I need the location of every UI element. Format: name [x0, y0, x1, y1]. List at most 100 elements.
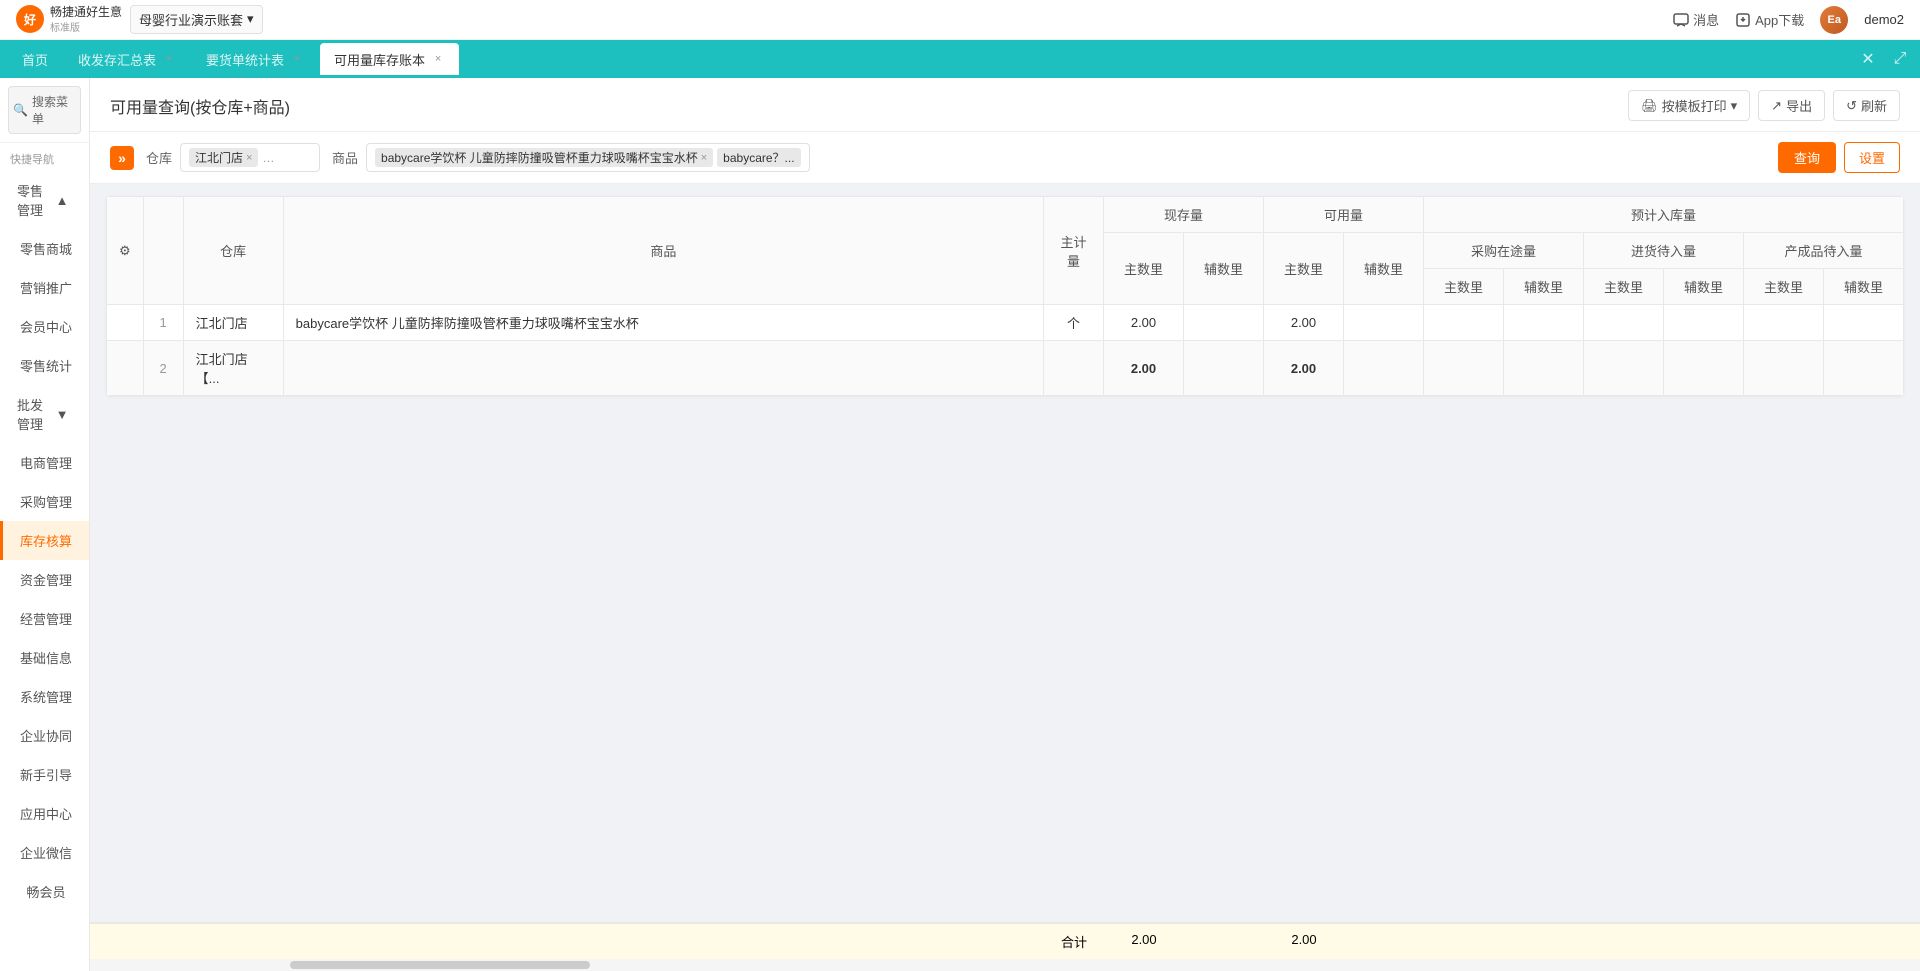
company-selector[interactable]: 母婴行业演示账套 ▾ — [130, 5, 263, 34]
sidebar-item-system[interactable]: 系统管理 — [0, 677, 89, 716]
sidebar: 🔍 搜索菜单 快捷导航 零售管理 ▲ 零售商城 营销推广 会员中心 零售统计 批… — [0, 78, 90, 971]
message-icon — [1673, 12, 1689, 28]
filter-bar: » 仓库 江北门店 × … 商品 babycare学饮杯 儿童防摔防撞吸管杯重力… — [90, 132, 1920, 184]
message-btn[interactable]: 消息 — [1673, 10, 1719, 29]
product-tag-1: babycare学饮杯 儿童防摔防撞吸管杯重力球吸嘴杯宝宝水杯 × — [375, 148, 713, 167]
row2-production-main — [1744, 341, 1824, 396]
sidebar-item-newbie[interactable]: 新手引导 — [0, 755, 89, 794]
logo-sub: 标准版 — [50, 19, 122, 34]
sidebar-item-wechat[interactable]: 企业微信 — [0, 833, 89, 872]
query-btn[interactable]: 查询 — [1778, 142, 1836, 173]
row1-avail-aux — [1344, 305, 1424, 341]
warehouse-filter-group: 仓库 江北门店 × … — [146, 143, 320, 172]
row2-incoming-aux — [1664, 341, 1744, 396]
th-avail-aux: 辅数里 — [1344, 233, 1424, 305]
download-icon — [1735, 12, 1751, 28]
close-tab-keyongliang[interactable]: × — [431, 52, 445, 66]
search-icon: 🔍 — [13, 103, 28, 117]
warehouse-tag: 江北门店 × — [189, 148, 258, 167]
footer-p-main — [1424, 932, 1504, 951]
horizontal-scrollbar[interactable] — [90, 959, 1920, 971]
row1-stock-aux — [1184, 305, 1264, 341]
close-tab-shoufa[interactable]: × — [162, 52, 176, 66]
refresh-btn[interactable]: ↺ 刷新 — [1833, 90, 1900, 121]
row2-incoming-main — [1584, 341, 1664, 396]
th-production-group: 产成品待入量 — [1744, 233, 1904, 269]
th-warehouse: 仓库 — [183, 197, 283, 305]
row1-purchase-main — [1424, 305, 1504, 341]
sidebar-item-wholesale-mgmt[interactable]: 批发管理 ▼ — [0, 385, 89, 443]
th-avail-group: 可用量 — [1264, 197, 1424, 233]
sidebar-item-retail-stats[interactable]: 零售统计 — [0, 346, 89, 385]
logo-texts: 畅捷通好生意 标准版 — [50, 5, 122, 34]
nav-tabs-right: ✕ ⤢ — [1856, 47, 1912, 71]
header-row-1: ⚙ 仓库 商品 主计量 现存量 可用量 预计入库量 — [107, 197, 1904, 233]
th-stock-main: 主数里 — [1104, 233, 1184, 305]
table-body: 1 江北门店 babycare学饮杯 儿童防摔防撞吸管杯重力球吸嘴杯宝宝水杯 个… — [107, 305, 1904, 396]
footer-col-num — [138, 932, 178, 951]
row2-stock-aux — [1184, 341, 1264, 396]
filter-actions: 查询 设置 — [1778, 142, 1900, 173]
more-filter-icon[interactable]: … — [262, 151, 274, 165]
remove-product-tag-1[interactable]: × — [701, 152, 707, 164]
page-title-row: 可用量查询(按仓库+商品) 🖨 按模板打印 ▾ ↗ 导出 ↺ 刷新 — [110, 90, 1900, 131]
row1-unit: 个 — [1044, 305, 1104, 341]
export-btn[interactable]: ↗ 导出 — [1758, 90, 1825, 121]
sidebar-item-member-vip[interactable]: 畅会员 — [0, 872, 89, 911]
tab-yaohuo[interactable]: 要货单统计表 × — [192, 43, 318, 75]
page-actions: 🖨 按模板打印 ▾ ↗ 导出 ↺ 刷新 — [1628, 90, 1900, 121]
row1-avail-main: 2.00 — [1264, 305, 1344, 341]
footer-pr-main — [1744, 932, 1824, 951]
settings-btn[interactable]: 设置 — [1844, 142, 1900, 173]
warehouse-input[interactable]: 江北门店 × … — [180, 143, 320, 172]
nav-tabs: 首页 收发存汇总表 × 要货单统计表 × 可用量库存账本 × ✕ ⤢ — [0, 40, 1920, 78]
sidebar-item-purchase[interactable]: 采购管理 — [0, 482, 89, 521]
close-window-btn[interactable]: ✕ — [1856, 47, 1880, 71]
scroll-thumb[interactable] — [290, 961, 590, 969]
settings-icon[interactable]: ⚙ — [119, 243, 131, 258]
sidebar-item-inventory[interactable]: 库存核算 — [0, 521, 89, 560]
export-icon: ↗ — [1771, 98, 1782, 114]
sidebar-item-retail-mgmt[interactable]: 零售管理 ▲ — [0, 171, 89, 229]
sidebar-item-finance[interactable]: 资金管理 — [0, 560, 89, 599]
sidebar-item-appstore[interactable]: 应用中心 — [0, 794, 89, 833]
app-download-btn[interactable]: App下载 — [1735, 10, 1804, 29]
row2-warehouse: 江北门店【... — [183, 341, 283, 396]
remove-warehouse-tag[interactable]: × — [246, 152, 252, 164]
tab-shoufa[interactable]: 收发存汇总表 × — [64, 43, 190, 75]
sidebar-item-marketing[interactable]: 营销推广 — [0, 268, 89, 307]
row2-avail-main: 2.00 — [1264, 341, 1344, 396]
avatar[interactable]: Ea — [1820, 6, 1848, 34]
footer-col-wh — [178, 932, 278, 951]
sidebar-item-basics[interactable]: 基础信息 — [0, 638, 89, 677]
logo-icon: 好 — [16, 5, 44, 33]
sidebar-item-members[interactable]: 会员中心 — [0, 307, 89, 346]
sidebar-item-operations[interactable]: 经营管理 — [0, 599, 89, 638]
row1-production-aux — [1824, 305, 1904, 341]
tab-keyongliang[interactable]: 可用量库存账本 × — [320, 43, 459, 75]
th-stock-group: 现存量 — [1104, 197, 1264, 233]
expand-filter-btn[interactable]: » — [110, 146, 134, 170]
maximize-btn[interactable]: ⤢ — [1888, 47, 1912, 71]
close-tab-yaohuo[interactable]: × — [290, 52, 304, 66]
row2-purchase-main — [1424, 341, 1504, 396]
warehouse-label: 仓库 — [146, 148, 172, 167]
footer-col-product — [278, 932, 1044, 951]
row2-avail-aux — [1344, 341, 1424, 396]
main-layout: 🔍 搜索菜单 快捷导航 零售管理 ▲ 零售商城 营销推广 会员中心 零售统计 批… — [0, 78, 1920, 971]
table-scroll[interactable]: ⚙ 仓库 商品 主计量 现存量 可用量 预计入库量 — [90, 184, 1920, 922]
sidebar-item-retail-mall[interactable]: 零售商城 — [0, 229, 89, 268]
footer-stock-main: 2.00 — [1104, 932, 1184, 951]
search-menu-btn[interactable]: 🔍 搜索菜单 — [8, 86, 81, 134]
sidebar-item-enterprise[interactable]: 企业协同 — [0, 716, 89, 755]
footer-i-aux — [1664, 932, 1744, 951]
row1-num: 1 — [143, 305, 183, 341]
sidebar-search-area: 🔍 搜索菜单 — [0, 78, 89, 143]
row2-production-aux — [1824, 341, 1904, 396]
footer-i-main — [1584, 932, 1664, 951]
print-btn[interactable]: 🖨 按模板打印 ▾ — [1628, 90, 1750, 121]
print-icon: 🖨 — [1641, 98, 1658, 114]
sidebar-item-ecommerce[interactable]: 电商管理 — [0, 443, 89, 482]
product-input[interactable]: babycare学饮杯 儿童防摔防撞吸管杯重力球吸嘴杯宝宝水杯 × babyca… — [366, 143, 810, 172]
tab-home[interactable]: 首页 — [8, 43, 62, 75]
